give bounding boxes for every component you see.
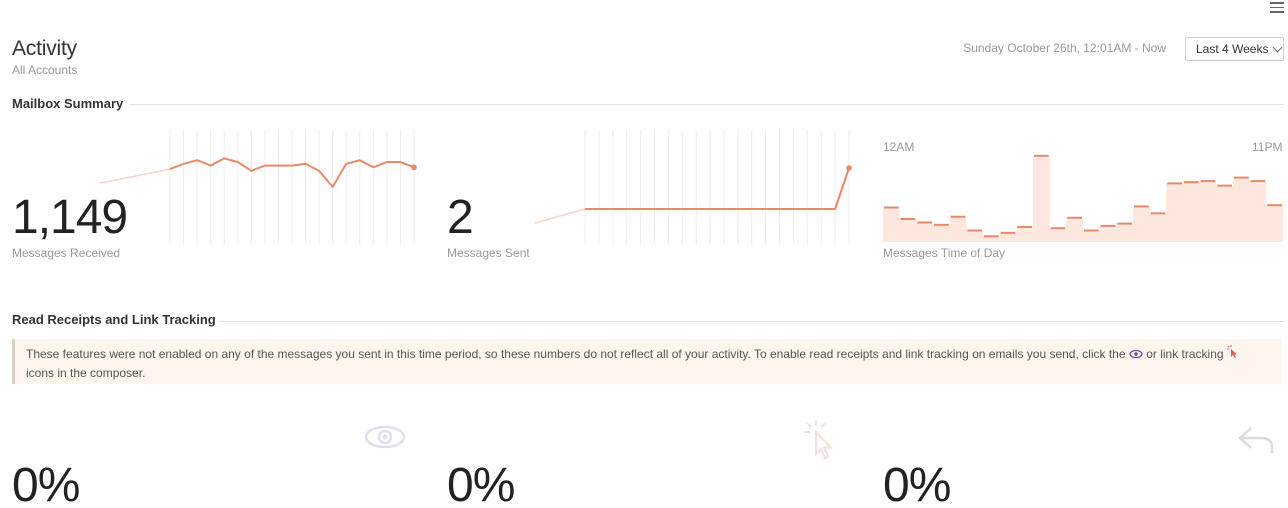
eye-icon [364,423,406,456]
cursor-click-icon [1226,345,1239,364]
series-lead-in [535,208,586,224]
activity-page: Activity All Accounts Sunday October 26t… [0,0,1288,508]
notice-text-1: These features were not enabled on any o… [26,347,1126,361]
cursor-click-icon [802,418,838,467]
range-select[interactable]: Last 4 Weeks [1185,37,1284,61]
time-of-day-chart [883,154,1283,242]
reply-rate-value: 0% [883,459,951,508]
click-rate-value: 0% [447,459,515,508]
messages-sent-value: 2 [447,191,474,244]
notice-text-2: or link tracking [1146,347,1224,361]
messages-received-chart [100,130,417,244]
read-rate-value: 0% [12,459,80,508]
notice-text-3: icons in the composer. [26,366,146,381]
messages-sent-label: Messages Sent [447,246,530,260]
section-divider [218,321,1284,322]
time-of-day-area [883,155,1283,242]
hamburger-menu-icon[interactable] [1270,2,1284,14]
messages-received-value: 1,149 [12,191,128,244]
time-of-day-label: Messages Time of Day [883,246,1006,260]
series-end-point [846,165,852,171]
messages-sent-chart [535,130,852,244]
series-end-point [411,164,417,171]
date-range-text: Sunday October 26th, 12:01AM - Now [963,41,1166,55]
series-line [585,167,850,210]
mailbox-summary-heading: Mailbox Summary [12,96,124,111]
eye-icon [1129,346,1143,364]
reply-arrow-icon [1237,425,1275,460]
range-select-value: Last 4 Weeks [1196,42,1269,56]
chevron-down-icon [1273,42,1283,52]
series-lead-in [100,168,171,184]
page-title: Activity [12,37,77,60]
messages-received-label: Messages Received [12,246,121,260]
tracking-heading: Read Receipts and Link Tracking [12,312,216,327]
page-subtitle: All Accounts [12,63,78,77]
section-divider [130,104,1284,105]
tracking-notice: These features were not enabled on any o… [12,339,1282,384]
